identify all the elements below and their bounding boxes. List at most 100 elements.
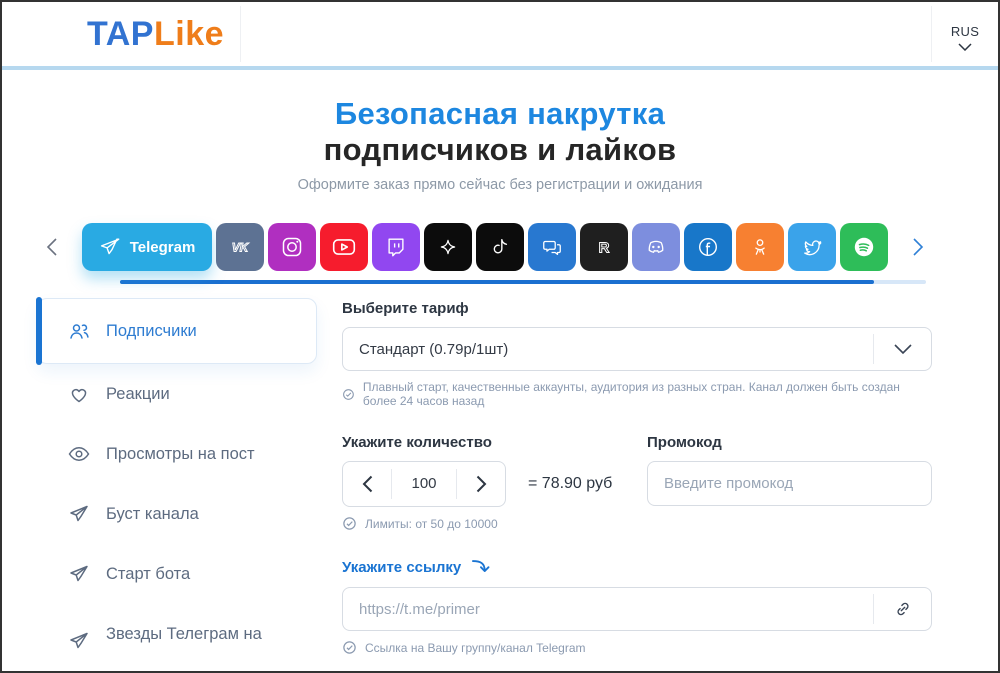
eye-icon (68, 447, 90, 461)
tariff-note: Плавный старт, качественные аккаунты, ау… (342, 380, 932, 408)
network-tile-discord[interactable] (632, 223, 680, 271)
header-divider (240, 6, 242, 62)
sidebar-item-label: Старт бота (106, 564, 191, 583)
quantity-promo-row: Укажите количество 100 = 78.90 руб Лимит… (342, 434, 932, 531)
quantity-label: Укажите количество (342, 434, 492, 451)
network-tile-facebook[interactable] (684, 223, 732, 271)
sidebar-item-post-views[interactable]: Просмотры на пост (37, 424, 317, 484)
calculated-price: = 78.90 руб (528, 475, 613, 492)
sidebar-item-label: Буст канала (106, 504, 199, 523)
logo[interactable]: TAPLike (87, 15, 224, 54)
hero: Безопасная накрутка подписчиков и лайков… (2, 70, 998, 193)
carousel-next-button[interactable] (906, 223, 930, 271)
active-accent-bar (36, 297, 42, 365)
language-label: RUS (950, 23, 980, 39)
chevron-left-icon (46, 238, 57, 256)
promo-section: Промокод (647, 434, 932, 531)
quantity-section: Укажите количество 100 = 78.90 руб Лимит… (342, 434, 647, 531)
page-subtitle: Оформите заказ прямо сейчас без регистра… (297, 177, 703, 193)
link-icon (896, 602, 909, 616)
spotify-icon (854, 237, 874, 257)
network-tile-rutube[interactable]: R (580, 223, 628, 271)
chevron-right-icon (476, 475, 486, 493)
network-tile-youtube[interactable] (320, 223, 368, 271)
promo-input-box (647, 461, 932, 506)
sidebar: Подписчики Реакции Просмотры на пост Бус… (36, 297, 317, 664)
chevron-left-icon (362, 475, 372, 493)
link-input-box (342, 587, 932, 631)
order-form: Выберите тариф Стандарт (0.79р/1шт) Плав… (342, 298, 932, 664)
network-tile-odnoklassniki[interactable] (736, 223, 784, 271)
facebook-icon (698, 237, 718, 257)
heart-icon (71, 388, 87, 403)
paper-plane-icon (70, 565, 88, 582)
twitch-icon (388, 238, 404, 257)
network-carousel: Telegram VK R (2, 223, 998, 284)
tariff-label: Выберите тариф (342, 300, 469, 317)
quantity-increase-button[interactable] (457, 462, 505, 506)
rutube-icon: R (598, 239, 610, 257)
check-circle-icon (343, 517, 356, 530)
odnoklassniki-icon (755, 239, 765, 255)
link-label[interactable]: Укажите ссылку (342, 557, 932, 577)
vk-icon: VK (231, 240, 250, 255)
network-tile-sparkle[interactable] (424, 223, 472, 271)
page-title-line1: Безопасная накрутка (334, 96, 666, 131)
link-note: Ссылка на Вашу группу/канал Telegram (342, 640, 932, 655)
chevron-down-icon (893, 344, 912, 355)
network-tile-vk[interactable]: VK (216, 223, 264, 271)
svg-text:R: R (599, 240, 610, 257)
check-circle-icon (343, 641, 356, 654)
network-tile-spotify[interactable] (840, 223, 888, 271)
sidebar-item-bot-start[interactable]: Старт бота (37, 544, 317, 604)
network-tile-twitch[interactable] (372, 223, 420, 271)
chat-bubbles-icon (543, 240, 561, 255)
sidebar-item-label: Реакции (106, 384, 170, 403)
tariff-select[interactable]: Стандарт (0.79р/1шт) (342, 327, 932, 371)
instagram-icon (282, 237, 302, 257)
sidebar-item-subscribers[interactable]: Подписчики (36, 297, 317, 365)
telegram-icon (100, 238, 120, 255)
sidebar-item-label: Просмотры на пост (106, 444, 255, 463)
paper-plane-icon (70, 632, 88, 649)
paper-plane-icon (70, 505, 88, 522)
sidebar-item-channel-boost[interactable]: Буст канала (37, 484, 317, 544)
tiktok-icon (493, 238, 508, 254)
promo-label: Промокод (647, 434, 722, 451)
sidebar-item-reactions[interactable]: Реакции (37, 364, 317, 424)
youtube-icon (332, 239, 356, 255)
discord-icon (648, 240, 664, 253)
header: TAPLike RUS (2, 2, 998, 70)
sidebar-item-telegram-stars[interactable]: Звезды Телеграм на (37, 604, 317, 664)
language-selector[interactable]: RUS (932, 18, 998, 51)
chevron-right-icon (913, 238, 924, 256)
people-icon (70, 324, 89, 339)
network-track: Telegram VK R (82, 223, 888, 271)
quantity-stepper: 100 (342, 461, 506, 507)
chevron-down-icon (958, 42, 972, 51)
network-tile-twitter[interactable] (788, 223, 836, 271)
network-tile-telegram[interactable]: Telegram (82, 223, 212, 271)
logo-like: Like (153, 14, 225, 53)
quantity-limits-note: Лимиты: от 50 до 10000 (342, 516, 647, 531)
main-content: Подписчики Реакции Просмотры на пост Бус… (2, 284, 998, 664)
carousel-prev-button[interactable] (40, 223, 64, 271)
network-tile-tiktok[interactable] (476, 223, 524, 271)
network-tile-instagram[interactable] (268, 223, 316, 271)
page-title-line2: подписчиков и лайков (323, 132, 677, 167)
sparkle-icon (440, 239, 456, 255)
app-window: TAPLike RUS Безопасная накрутка подписчи… (0, 0, 1000, 673)
logo-tap: TAP (87, 14, 154, 53)
quantity-decrease-button[interactable] (343, 462, 391, 506)
twitter-icon (804, 240, 822, 256)
sidebar-item-label: Подписчики (106, 321, 197, 340)
network-tile-chat[interactable] (528, 223, 576, 271)
svg-text:VK: VK (232, 240, 250, 254)
curved-arrow-down-icon (472, 560, 490, 572)
quantity-value[interactable]: 100 (391, 469, 457, 499)
promo-input[interactable] (648, 462, 931, 505)
network-label: Telegram (129, 238, 196, 256)
tariff-selected-value: Стандарт (0.79р/1шт) (359, 340, 509, 358)
link-input[interactable] (343, 588, 873, 630)
link-section: Укажите ссылку Ссылка на Вашу группу/кан… (342, 557, 932, 655)
